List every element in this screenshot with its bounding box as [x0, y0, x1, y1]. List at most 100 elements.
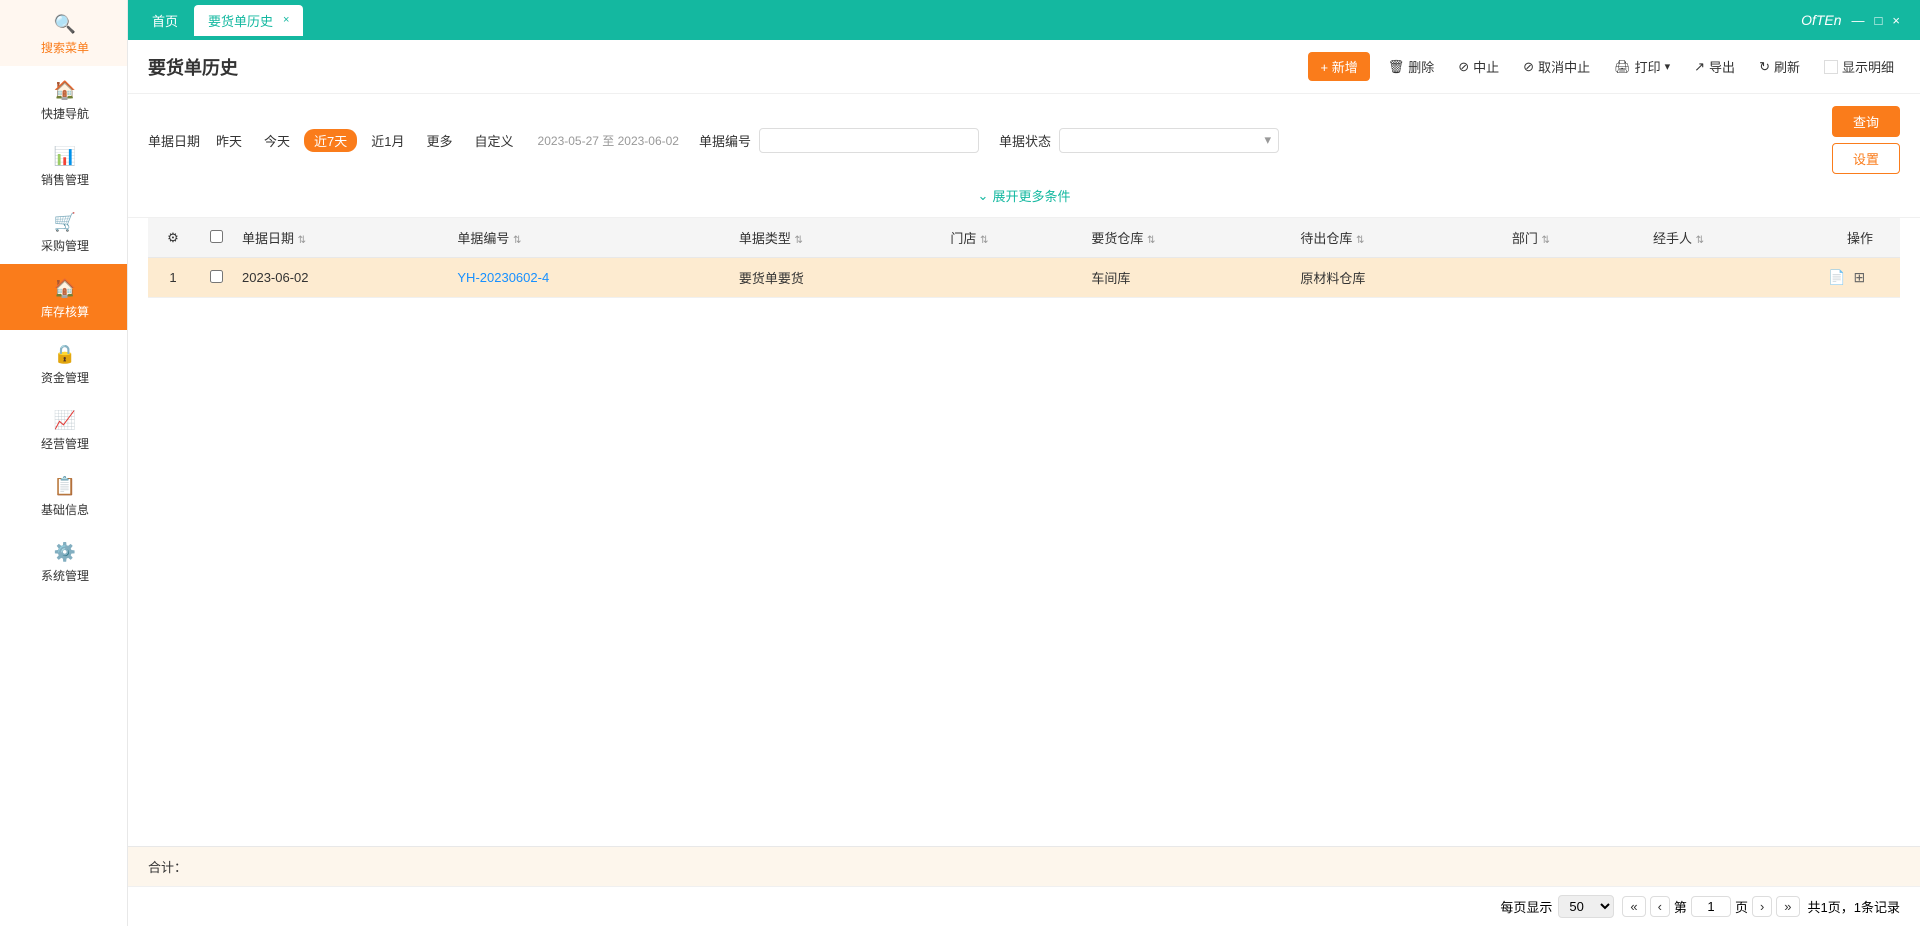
main-area: 首页 要货单历史 × OfTEn — □ × 要货单历史 + 新增 🗑 删除 [128, 0, 1920, 926]
page-number-input[interactable] [1691, 896, 1731, 917]
last-page-btn[interactable]: » [1776, 896, 1799, 917]
date-option-7days[interactable]: 近7天 [304, 129, 357, 152]
row-edit-icon-0[interactable]: 📄 [1828, 269, 1845, 286]
settings-button[interactable]: 设置 [1832, 143, 1900, 174]
export-icon: ↗ [1694, 59, 1705, 75]
window-minimize[interactable]: — [1852, 13, 1865, 28]
sidebar-item-search-menu[interactable]: 🔍 搜索菜单 [0, 0, 127, 66]
page-title: 要货单历史 [148, 54, 1308, 80]
export-button[interactable]: ↗ 导出 [1688, 53, 1741, 80]
tab-home-label: 首页 [152, 11, 178, 30]
new-button-label: + 新增 [1320, 57, 1357, 76]
stop-button-label: 中止 [1473, 57, 1499, 76]
tab-active[interactable]: 要货单历史 × [194, 5, 303, 36]
cancel-stop-button[interactable]: ⊘ 取消中止 [1517, 53, 1596, 80]
sidebar-item-quick-nav[interactable]: 🏠 快捷导航 [0, 66, 127, 132]
date-option-more[interactable]: 更多 [419, 129, 461, 152]
sort-doc-date-icon[interactable]: ⇅ [298, 235, 306, 246]
brand-label: OfTEn [1801, 12, 1841, 28]
sidebar-item-operations[interactable]: 📈 经营管理 [0, 396, 127, 462]
expand-more-btn[interactable]: ⌄ 展开更多条件 [978, 186, 1071, 205]
window-maximize[interactable]: □ [1875, 13, 1883, 28]
content-area: 要货单历史 + 新增 🗑 删除 ⊘ 中止 ⊘ 取消中止 🖨 [128, 40, 1920, 926]
stop-button[interactable]: ⊘ 中止 [1452, 53, 1505, 80]
col-settings[interactable]: ⚙ [148, 218, 198, 258]
page-header: 要货单历史 + 新增 🗑 删除 ⊘ 中止 ⊘ 取消中止 🖨 [128, 40, 1920, 94]
refresh-button[interactable]: ↻ 刷新 [1753, 53, 1806, 80]
toolbar: + 新增 🗑 删除 ⊘ 中止 ⊘ 取消中止 🖨 打印 ▾ [1308, 52, 1900, 81]
col-pending-warehouse: 待出仓库 ⇅ [1292, 218, 1504, 258]
page-size-label: 每页显示 [1500, 897, 1552, 916]
sidebar-icon-finance: 🔒 [54, 344, 76, 365]
sidebar-item-inventory[interactable]: 🏠 库存核算 [0, 264, 127, 330]
print-button[interactable]: 🖨 打印 ▾ [1608, 53, 1676, 80]
row-req-warehouse-0: 车间库 [1083, 258, 1292, 298]
date-option-yesterday[interactable]: 昨天 [208, 129, 250, 152]
sort-handler-icon[interactable]: ⇅ [1696, 235, 1704, 246]
show-detail-checkbox[interactable] [1824, 60, 1838, 74]
query-button[interactable]: 查询 [1832, 106, 1900, 137]
docno-filter-input[interactable] [759, 128, 979, 153]
sort-req-warehouse-icon[interactable]: ⇅ [1147, 235, 1155, 246]
date-option-today[interactable]: 今天 [256, 129, 298, 152]
delete-button-label: 删除 [1408, 57, 1434, 76]
new-button[interactable]: + 新增 [1308, 52, 1369, 81]
show-detail-label: 显示明细 [1842, 57, 1894, 76]
pagination-bar: 每页显示 20 50 100 200 « ‹ 第 页 › » 共1页，1条记录 [128, 886, 1920, 926]
sort-pending-warehouse-icon[interactable]: ⇅ [1356, 235, 1364, 246]
delete-button[interactable]: 🗑 删除 [1382, 53, 1441, 80]
select-all-checkbox[interactable] [210, 230, 223, 243]
sidebar-item-sales[interactable]: 📊 销售管理 [0, 132, 127, 198]
expand-btn-label: 展开更多条件 [992, 186, 1070, 205]
col-store: 门店 ⇅ [942, 218, 1083, 258]
docno-filter-group: 单据编号 [699, 128, 979, 153]
col-doc-date: 单据日期 ⇅ [234, 218, 449, 258]
first-page-btn[interactable]: « [1622, 896, 1645, 917]
next-page-btn[interactable]: › [1752, 896, 1772, 917]
row-doc-type-0: 要货单要货 [731, 258, 943, 298]
row-checkbox-0[interactable] [210, 270, 223, 283]
page-size-select[interactable]: 20 50 100 200 [1558, 895, 1614, 918]
sidebar-label-purchase: 采购管理 [41, 237, 89, 254]
col-req-warehouse: 要货仓库 ⇅ [1083, 218, 1292, 258]
sidebar-label-system: 系统管理 [41, 567, 89, 584]
filter-area: 单据日期 昨天 今天 近7天 近1月 更多 自定义 2023-05-27 至 2… [128, 94, 1920, 218]
page-suffix: 页 [1735, 897, 1748, 916]
date-option-1month[interactable]: 近1月 [363, 129, 412, 152]
sidebar-icon-quick-nav: 🏠 [54, 80, 76, 101]
row-department-0 [1504, 258, 1645, 298]
sidebar-item-basic-info[interactable]: 📋 基础信息 [0, 462, 127, 528]
page-size-wrap: 每页显示 20 50 100 200 [1500, 895, 1614, 918]
sidebar-item-system[interactable]: ⚙️ 系统管理 [0, 528, 127, 594]
sidebar-item-purchase[interactable]: 🛒 采购管理 [0, 198, 127, 264]
page-label: 第 [1674, 897, 1687, 916]
row-doc-no-0[interactable]: YH-20230602-4 [449, 258, 730, 298]
date-option-custom[interactable]: 自定义 [467, 129, 522, 152]
sidebar-icon-sales: 📊 [54, 146, 76, 167]
sidebar-icon-search-menu: 🔍 [54, 14, 76, 35]
sidebar-label-basic-info: 基础信息 [41, 501, 89, 518]
sidebar-item-finance[interactable]: 🔒 资金管理 [0, 330, 127, 396]
close-tab-icon[interactable]: × [283, 14, 289, 26]
status-filter-select[interactable] [1059, 128, 1279, 153]
sort-doc-no-icon[interactable]: ⇅ [513, 235, 521, 246]
delete-icon: 🗑 [1388, 59, 1405, 75]
window-close[interactable]: × [1892, 13, 1900, 28]
page-nav: « ‹ 第 页 › » [1622, 896, 1799, 917]
prev-page-btn[interactable]: ‹ [1650, 896, 1670, 917]
sidebar-icon-system: ⚙️ [54, 542, 76, 563]
row-doc-link-0[interactable]: YH-20230602-4 [457, 270, 549, 285]
footer-summary: 合计： [128, 846, 1920, 886]
row-delete-icon-0[interactable]: ⊞ [1853, 269, 1865, 286]
sidebar-label-search-menu: 搜索菜单 [41, 39, 89, 56]
sort-department-icon[interactable]: ⇅ [1542, 235, 1550, 246]
refresh-icon: ↻ [1759, 59, 1770, 75]
show-detail-button[interactable]: 显示明细 [1818, 53, 1900, 80]
topbar-right: OfTEn — □ × [1801, 12, 1910, 28]
tab-home[interactable]: 首页 [138, 5, 192, 36]
expand-row: ⌄ 展开更多条件 [148, 182, 1900, 205]
sidebar: 🔍 搜索菜单 🏠 快捷导航 📊 销售管理 🛒 采购管理 🏠 库存核算 🔒 资金管… [0, 0, 128, 926]
sort-store-icon[interactable]: ⇅ [980, 235, 988, 246]
sort-doc-type-icon[interactable]: ⇅ [794, 235, 802, 246]
sidebar-label-operations: 经营管理 [41, 435, 89, 452]
